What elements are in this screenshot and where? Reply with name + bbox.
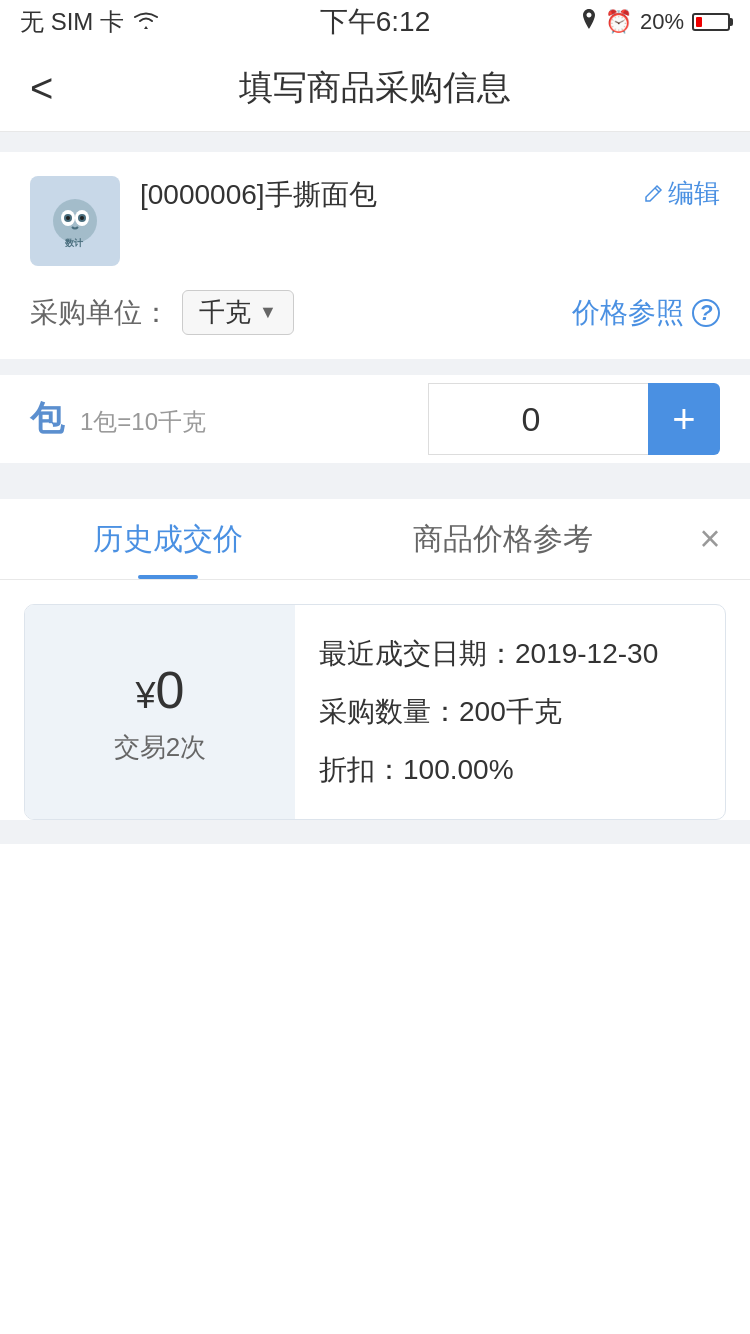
svg-point-0 bbox=[53, 199, 97, 243]
tabs-container: 历史成交价 商品价格参考 × ¥0 交易2次 最近成交日期：2019-12-30… bbox=[0, 499, 750, 820]
price-ref-label: 价格参照 bbox=[572, 294, 684, 332]
quantity-row: 包 1包=10千克 + bbox=[0, 375, 750, 463]
price-ref-button[interactable]: 价格参照 ? bbox=[572, 294, 720, 332]
svg-point-6 bbox=[80, 216, 84, 220]
tab-history-price[interactable]: 历史成交价 bbox=[0, 499, 335, 579]
quantity-label-area: 包 1包=10千克 bbox=[30, 396, 206, 442]
history-price-right: 最近成交日期：2019-12-30 采购数量：200千克 折扣：100.00% bbox=[295, 605, 725, 819]
quantity-plus-button[interactable]: + bbox=[648, 383, 720, 455]
history-price-left: ¥0 交易2次 bbox=[25, 605, 295, 819]
status-time: 下午6:12 bbox=[320, 3, 431, 41]
battery-icon bbox=[692, 13, 730, 31]
unit-dropdown-arrow: ▼ bbox=[259, 302, 277, 323]
unit-select-button[interactable]: 千克 ▼ bbox=[182, 290, 294, 335]
quantity-input-area: + bbox=[428, 383, 720, 455]
purchase-qty-row: 采购数量：200千克 bbox=[319, 691, 701, 733]
location-icon bbox=[581, 9, 597, 35]
tabs-header: 历史成交价 商品价格参考 × bbox=[0, 499, 750, 580]
status-bar: 无 SIM 卡 下午6:12 ⏰ 20% bbox=[0, 0, 750, 44]
product-left: 数计 [0000006]手撕面包 bbox=[30, 176, 377, 266]
quantity-conversion-hint: 1包=10千克 bbox=[80, 406, 206, 438]
tab-price-reference[interactable]: 商品价格参考 bbox=[335, 499, 670, 579]
status-left: 无 SIM 卡 bbox=[20, 6, 160, 38]
nav-bar: < 填写商品采购信息 bbox=[0, 44, 750, 132]
alarm-icon: ⏰ bbox=[605, 9, 632, 35]
edit-icon bbox=[642, 183, 664, 205]
quantity-unit-label: 包 bbox=[30, 396, 64, 442]
svg-text:数计: 数计 bbox=[64, 238, 84, 248]
carrier-text: 无 SIM 卡 bbox=[20, 6, 124, 38]
owl-icon: 数计 bbox=[45, 191, 105, 251]
discount-row: 折扣：100.00% bbox=[319, 749, 701, 791]
white-fill-area bbox=[0, 844, 750, 1334]
product-unit-row: 采购单位： 千克 ▼ 价格参照 ? bbox=[30, 290, 720, 335]
back-button[interactable]: < bbox=[30, 68, 53, 108]
unit-value: 千克 bbox=[199, 295, 251, 330]
history-trades-count: 交易2次 bbox=[114, 730, 206, 765]
edit-button[interactable]: 编辑 bbox=[642, 176, 720, 211]
wifi-icon bbox=[132, 8, 160, 36]
price-ref-help-icon: ? bbox=[692, 299, 720, 327]
history-price-value: ¥0 bbox=[136, 660, 185, 720]
page-title: 填写商品采购信息 bbox=[239, 65, 511, 111]
product-header: 数计 [0000006]手撕面包 编辑 bbox=[30, 176, 720, 266]
currency-symbol: ¥ bbox=[136, 675, 156, 716]
svg-point-5 bbox=[66, 216, 70, 220]
product-card: 数计 [0000006]手撕面包 编辑 采购单位： 千克 ▼ 价格参照 ? bbox=[0, 152, 750, 359]
section-divider bbox=[0, 359, 750, 375]
product-thumbnail: 数计 bbox=[30, 176, 120, 266]
status-right: ⏰ 20% bbox=[581, 9, 730, 35]
history-price-card: ¥0 交易2次 最近成交日期：2019-12-30 采购数量：200千克 折扣：… bbox=[24, 604, 726, 820]
tab-close-button[interactable]: × bbox=[670, 499, 750, 579]
battery-percent: 20% bbox=[640, 9, 684, 35]
unit-selector-area: 采购单位： 千克 ▼ bbox=[30, 290, 294, 335]
section-divider-2 bbox=[0, 463, 750, 479]
unit-label: 采购单位： bbox=[30, 294, 170, 332]
quantity-input[interactable] bbox=[428, 383, 648, 455]
recent-date-row: 最近成交日期：2019-12-30 bbox=[319, 633, 701, 675]
product-name: [0000006]手撕面包 bbox=[140, 176, 377, 214]
